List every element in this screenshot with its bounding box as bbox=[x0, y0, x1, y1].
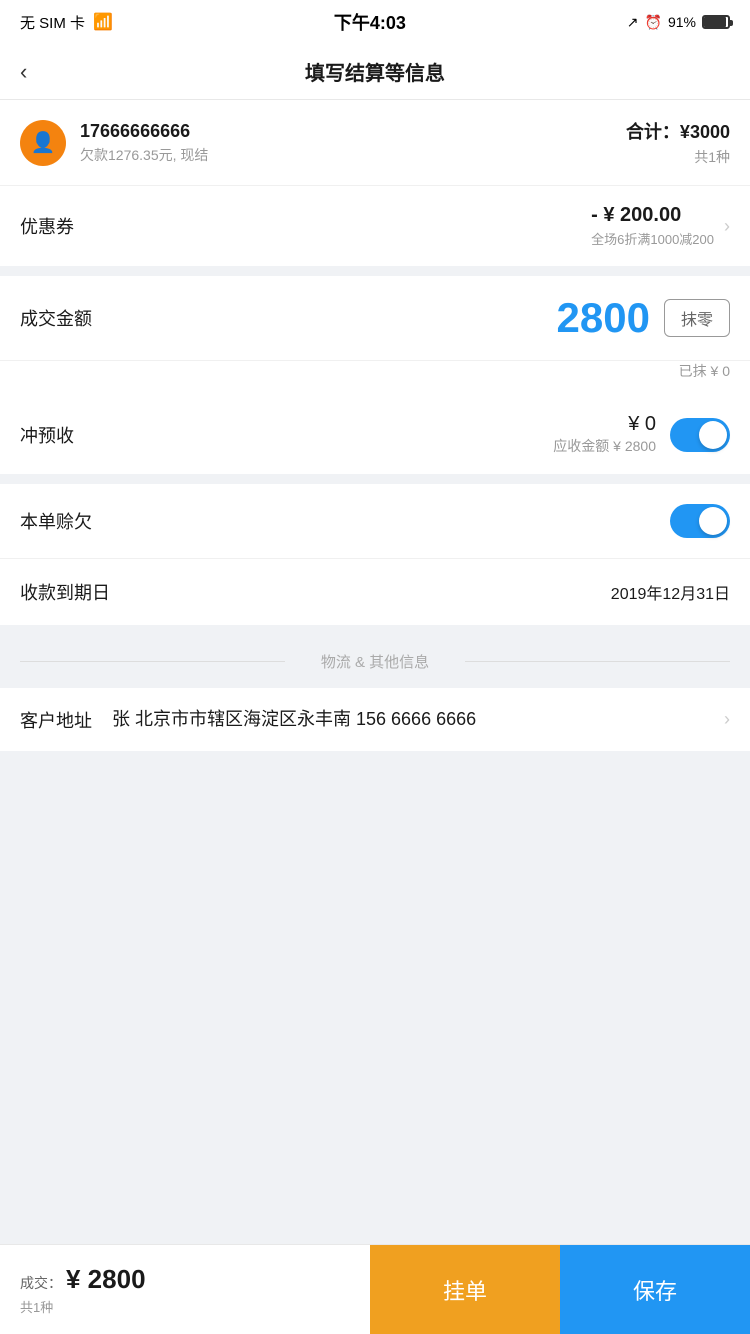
amount-section: 成交金额 2800 抹零 已抹 ¥ 0 冲预收 ¥ 0 应收金额 ¥ 2800 bbox=[0, 276, 750, 474]
debt-row: 本单赊欠 bbox=[0, 484, 750, 559]
footer-total-label: 成交： bbox=[20, 1273, 62, 1293]
battery-percent: 91% bbox=[668, 14, 696, 30]
prepay-right: ¥ 0 应收金额 ¥ 2800 bbox=[553, 413, 730, 456]
address-label: 客户地址 bbox=[20, 707, 92, 733]
separator-line-right bbox=[465, 661, 730, 662]
main-content: 👤 17666666666 欠款1276.35元, 现结 合计：¥3000 共1… bbox=[0, 100, 750, 881]
back-button[interactable]: ‹ bbox=[20, 59, 27, 85]
coupon-info: - ¥ 200.00 全场6折满1000减200 bbox=[591, 204, 714, 248]
total-count: 共1种 bbox=[626, 147, 730, 167]
deal-amount-value: 2800 bbox=[557, 294, 650, 342]
page-title: 填写结算等信息 bbox=[305, 57, 445, 86]
logistics-label: 物流 & 其他信息 bbox=[321, 651, 429, 672]
customer-phone: 17666666666 bbox=[80, 121, 208, 142]
erased-label: 已抹 ¥ 0 bbox=[679, 363, 730, 379]
carrier-label: 无 SIM 卡 bbox=[20, 12, 85, 33]
hold-button[interactable]: 挂单 bbox=[370, 1245, 560, 1334]
wifi-icon: 📶 bbox=[93, 12, 113, 32]
deal-amount-row: 成交金额 2800 抹零 bbox=[0, 276, 750, 361]
footer: 成交： ¥ 2800 共1种 挂单 保存 bbox=[0, 1244, 750, 1334]
deal-amount-right: 2800 抹零 bbox=[557, 294, 730, 342]
debt-toggle-knob bbox=[699, 507, 727, 535]
prepay-info: ¥ 0 应收金额 ¥ 2800 bbox=[553, 413, 656, 456]
address-value: 张 北京市市辖区海淀区永丰南 156 6666 6666 bbox=[112, 706, 716, 733]
footer-info: 成交： ¥ 2800 共1种 bbox=[0, 1264, 370, 1316]
erased-row: 已抹 ¥ 0 bbox=[0, 361, 750, 395]
footer-count: 共1种 bbox=[20, 1297, 350, 1316]
coupon-arrow-icon: › bbox=[724, 216, 730, 237]
toggle-knob bbox=[699, 421, 727, 449]
debt-toggle[interactable] bbox=[670, 504, 730, 538]
due-date-label: 收款到期日 bbox=[20, 579, 110, 605]
coupon-label: 优惠券 bbox=[20, 213, 74, 239]
status-right: ↗ ⏰ 91% bbox=[627, 14, 730, 31]
prepay-label: 冲预收 bbox=[20, 422, 74, 448]
prepay-row: 冲预收 ¥ 0 应收金额 ¥ 2800 bbox=[0, 395, 750, 474]
address-arrow-icon: › bbox=[724, 709, 730, 730]
coupon-discount: - ¥ 200.00 bbox=[591, 204, 714, 227]
debt-section: 本单赊欠 收款到期日 2019年12月31日 bbox=[0, 484, 750, 625]
address-section: 客户地址 张 北京市市辖区海淀区永丰南 156 6666 6666 › bbox=[0, 688, 750, 751]
coupon-desc: 全场6折满1000减200 bbox=[591, 229, 714, 248]
save-button[interactable]: 保存 bbox=[560, 1245, 750, 1334]
customer-info: 17666666666 欠款1276.35元, 现结 bbox=[80, 121, 208, 165]
battery-icon bbox=[702, 15, 730, 29]
deal-amount-label: 成交金额 bbox=[20, 305, 92, 331]
total-amount: 合计：¥3000 bbox=[626, 118, 730, 144]
customer-card: 👤 17666666666 欠款1276.35元, 现结 合计：¥3000 共1… bbox=[0, 100, 750, 266]
due-date-value: 2019年12月31日 bbox=[611, 580, 730, 604]
location-icon: ↗ bbox=[627, 14, 639, 31]
customer-row: 👤 17666666666 欠款1276.35元, 现结 合计：¥3000 共1… bbox=[0, 100, 750, 186]
prepay-toggle[interactable] bbox=[670, 418, 730, 452]
avatar: 👤 bbox=[20, 120, 66, 166]
customer-left: 👤 17666666666 欠款1276.35元, 现结 bbox=[20, 120, 208, 166]
bottom-space bbox=[0, 761, 750, 881]
footer-amount: ¥ 2800 bbox=[66, 1264, 146, 1295]
logistics-separator: 物流 & 其他信息 bbox=[0, 635, 750, 688]
status-left: 无 SIM 卡 📶 bbox=[20, 12, 113, 33]
separator-line-left bbox=[20, 661, 285, 662]
footer-total-row: 成交： ¥ 2800 bbox=[20, 1264, 350, 1295]
customer-debt: 欠款1276.35元, 现结 bbox=[80, 145, 208, 165]
round-button[interactable]: 抹零 bbox=[664, 299, 730, 337]
prepay-amount: ¥ 0 bbox=[553, 413, 656, 436]
nav-bar: ‹ 填写结算等信息 bbox=[0, 44, 750, 100]
alarm-icon: ⏰ bbox=[645, 14, 662, 31]
coupon-row[interactable]: 优惠券 - ¥ 200.00 全场6折满1000减200 › bbox=[0, 186, 750, 266]
customer-right: 合计：¥3000 共1种 bbox=[626, 118, 730, 167]
receivable-label: 应收金额 ¥ 2800 bbox=[553, 436, 656, 456]
coupon-right: - ¥ 200.00 全场6折满1000减200 › bbox=[591, 204, 730, 248]
debt-label: 本单赊欠 bbox=[20, 508, 92, 534]
status-time: 下午4:03 bbox=[334, 9, 406, 35]
due-date-row: 收款到期日 2019年12月31日 bbox=[0, 559, 750, 625]
status-bar: 无 SIM 卡 📶 下午4:03 ↗ ⏰ 91% bbox=[0, 0, 750, 44]
address-row[interactable]: 客户地址 张 北京市市辖区海淀区永丰南 156 6666 6666 › bbox=[0, 688, 750, 751]
